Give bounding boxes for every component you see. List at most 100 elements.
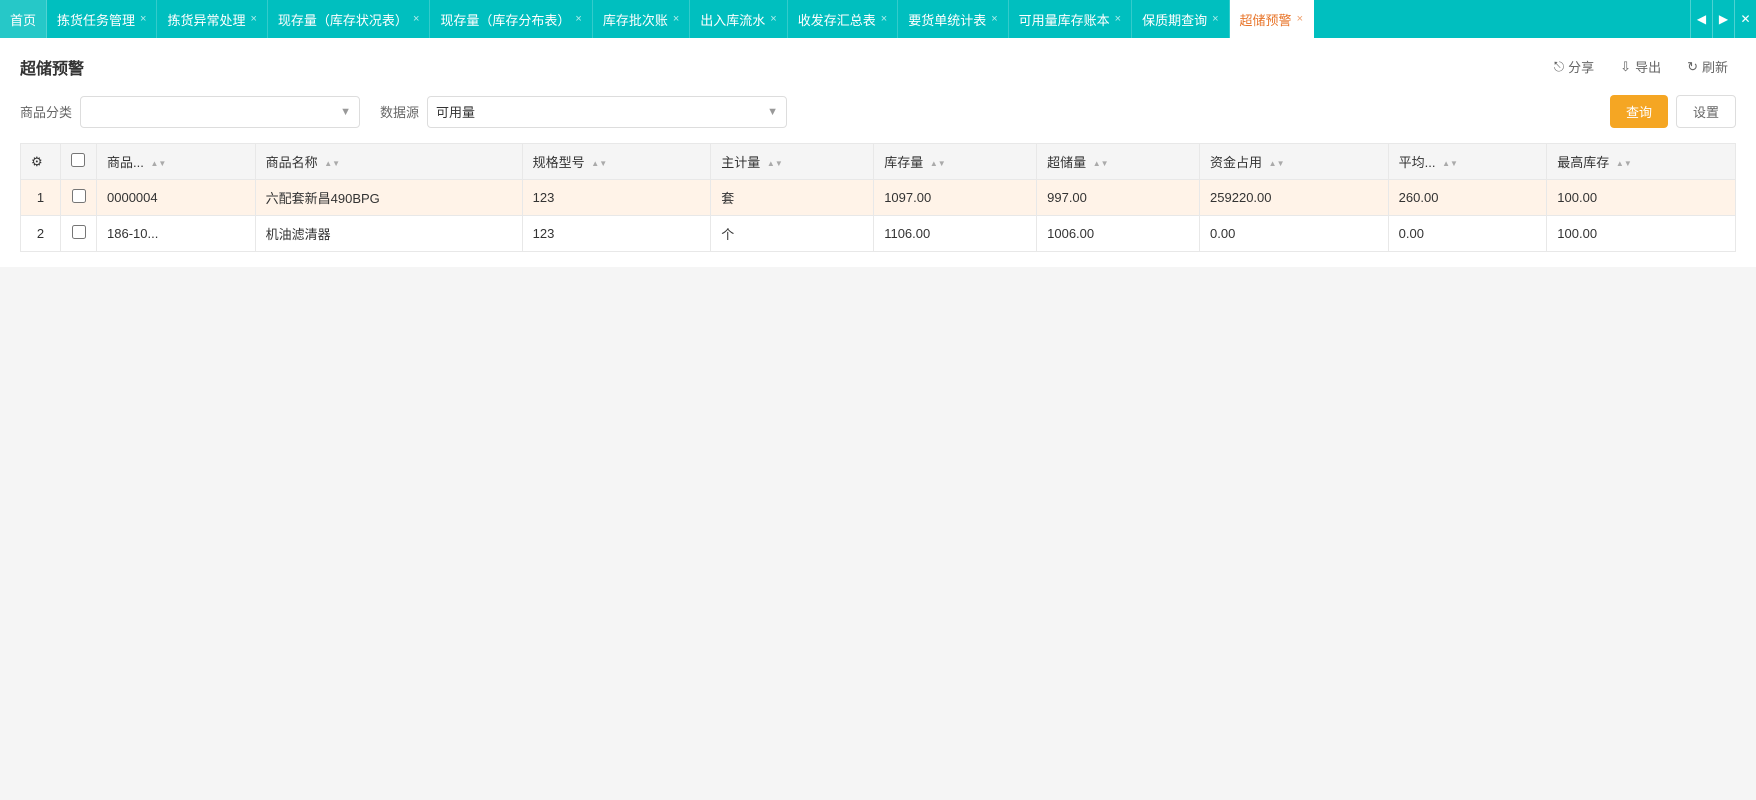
row-checkbox-0[interactable] <box>61 180 97 216</box>
col-gear[interactable]: ⚙ <box>21 144 61 180</box>
export-icon: ⇩ <box>1620 59 1631 75</box>
row-select-1[interactable] <box>72 225 86 239</box>
category-arrow-icon: ▼ <box>340 106 351 118</box>
row-name-0: 六配套新昌490BPG <box>255 180 522 216</box>
page-title-bar: 超储预警 ⎋ 分享 ⇩ 导出 ↻ 刷新 <box>20 53 1736 80</box>
datasource-label: 数据源 <box>380 102 419 121</box>
category-select[interactable]: ▼ <box>80 96 360 128</box>
share-button[interactable]: ⎋ 分享 <box>1546 53 1602 80</box>
nav-close-6[interactable]: × <box>770 13 776 25</box>
nav-item-4[interactable]: 现存量（库存分布表） × <box>430 0 592 38</box>
data-table: ⚙ 商品... ▲▼ 商品名称 ▲▼ 规格型号 ▲▼ 主计量 ▲▼ 库存量 ▲▼… <box>20 143 1736 252</box>
category-filter: 商品分类 ▼ <box>20 96 360 128</box>
col-name[interactable]: 商品名称 ▲▼ <box>255 144 522 180</box>
share-icon: ⎋ <box>1554 59 1564 75</box>
table-row: 2 186-10... 机油滤清器 123 个 1106.00 1006.00 … <box>21 216 1736 252</box>
sort-icon-unit: ▲▼ <box>767 159 783 168</box>
row-stock-1: 1106.00 <box>874 216 1037 252</box>
settings-button[interactable]: 设置 <box>1676 95 1736 128</box>
page-content: 超储预警 ⎋ 分享 ⇩ 导出 ↻ 刷新 商品分类 ▼ 数据源 <box>0 38 1756 267</box>
refresh-button[interactable]: ↻ 刷新 <box>1679 53 1736 80</box>
row-over-0: 997.00 <box>1037 180 1200 216</box>
row-over-1: 1006.00 <box>1037 216 1200 252</box>
nav-item-9[interactable]: 可用量库存账本 × <box>1009 0 1132 38</box>
filter-buttons: 查询 设置 <box>1610 95 1736 128</box>
row-spec-1: 123 <box>522 216 711 252</box>
col-over[interactable]: 超储量 ▲▼ <box>1037 144 1200 180</box>
row-unit-1: 个 <box>711 216 874 252</box>
row-capital-1: 0.00 <box>1200 216 1389 252</box>
nav-item-3[interactable]: 现存量（库存状况表） × <box>268 0 430 38</box>
nav-close-4[interactable]: × <box>575 13 581 25</box>
sort-icon-capital: ▲▼ <box>1269 159 1285 168</box>
nav-item-11[interactable]: 超储预警 × <box>1230 0 1314 38</box>
nav-item-6[interactable]: 出入库流水 × <box>690 0 787 38</box>
nav-close-10[interactable]: × <box>1212 13 1218 25</box>
query-button[interactable]: 查询 <box>1610 95 1668 128</box>
nav-item-1[interactable]: 拣货任务管理 × <box>47 0 157 38</box>
page-title: 超储预警 <box>20 55 84 79</box>
nav-item-10[interactable]: 保质期查询 × <box>1132 0 1229 38</box>
nav-close-8[interactable]: × <box>991 13 997 25</box>
row-select-0[interactable] <box>72 189 86 203</box>
datasource-select[interactable]: 可用量 ▼ <box>427 96 787 128</box>
col-avg[interactable]: 平均... ▲▼ <box>1388 144 1547 180</box>
col-code[interactable]: 商品... ▲▼ <box>97 144 256 180</box>
col-stock[interactable]: 库存量 ▲▼ <box>874 144 1037 180</box>
sort-icon-spec: ▲▼ <box>591 159 607 168</box>
row-num-0: 1 <box>21 180 61 216</box>
export-button[interactable]: ⇩ 导出 <box>1612 53 1669 80</box>
datasource-filter: 数据源 可用量 ▼ <box>380 96 787 128</box>
row-spec-0: 123 <box>522 180 711 216</box>
top-navigation: 首页拣货任务管理 ×拣货异常处理 ×现存量（库存状况表） ×现存量（库存分布表）… <box>0 0 1756 38</box>
row-code-0: 0000004 <box>97 180 256 216</box>
nav-item-7[interactable]: 收发存汇总表 × <box>788 0 898 38</box>
nav-close-11[interactable]: × <box>1297 13 1303 25</box>
row-checkbox-1[interactable] <box>61 216 97 252</box>
nav-close-7[interactable]: × <box>881 13 887 25</box>
row-avg-0: 260.00 <box>1388 180 1547 216</box>
col-select-all[interactable] <box>61 144 97 180</box>
row-avg-1: 0.00 <box>1388 216 1547 252</box>
nav-prev-arrow[interactable]: ◀ <box>1690 0 1712 38</box>
filter-row: 商品分类 ▼ 数据源 可用量 ▼ 查询 设置 <box>20 95 1736 128</box>
page-actions: ⎋ 分享 ⇩ 导出 ↻ 刷新 <box>1546 53 1736 80</box>
nav-close-arrow[interactable]: ✕ <box>1734 0 1756 38</box>
nav-item-2[interactable]: 拣货异常处理 × <box>157 0 267 38</box>
nav-item-8[interactable]: 要货单统计表 × <box>898 0 1008 38</box>
row-max-1: 100.00 <box>1547 216 1736 252</box>
row-max-0: 100.00 <box>1547 180 1736 216</box>
nav-close-2[interactable]: × <box>250 13 256 25</box>
row-capital-0: 259220.00 <box>1200 180 1389 216</box>
nav-close-5[interactable]: × <box>673 13 679 25</box>
table-header-row: ⚙ 商品... ▲▼ 商品名称 ▲▼ 规格型号 ▲▼ 主计量 ▲▼ 库存量 ▲▼… <box>21 144 1736 180</box>
col-spec[interactable]: 规格型号 ▲▼ <box>522 144 711 180</box>
nav-next-arrow[interactable]: ▶ <box>1712 0 1734 38</box>
row-num-1: 2 <box>21 216 61 252</box>
nav-close-3[interactable]: × <box>413 13 419 25</box>
category-label: 商品分类 <box>20 102 72 121</box>
sort-icon-name: ▲▼ <box>324 159 340 168</box>
row-code-1: 186-10... <box>97 216 256 252</box>
sort-icon-avg: ▲▼ <box>1442 159 1458 168</box>
sort-icon-max: ▲▼ <box>1616 159 1632 168</box>
row-stock-0: 1097.00 <box>874 180 1037 216</box>
sort-icon-over: ▲▼ <box>1093 159 1109 168</box>
col-max[interactable]: 最高库存 ▲▼ <box>1547 144 1736 180</box>
table-row: 1 0000004 六配套新昌490BPG 123 套 1097.00 997.… <box>21 180 1736 216</box>
nav-item-5[interactable]: 库存批次账 × <box>593 0 690 38</box>
datasource-value: 可用量 <box>436 102 475 121</box>
gear-icon: ⚙ <box>31 154 43 169</box>
row-name-1: 机油滤清器 <box>255 216 522 252</box>
nav-close-1[interactable]: × <box>140 13 146 25</box>
col-unit[interactable]: 主计量 ▲▼ <box>711 144 874 180</box>
refresh-icon: ↻ <box>1687 59 1698 75</box>
nav-close-9[interactable]: × <box>1115 13 1121 25</box>
col-capital[interactable]: 资金占用 ▲▼ <box>1200 144 1389 180</box>
row-unit-0: 套 <box>711 180 874 216</box>
sort-icon-stock: ▲▼ <box>930 159 946 168</box>
sort-icon-code: ▲▼ <box>150 159 166 168</box>
nav-item-0[interactable]: 首页 <box>0 0 47 38</box>
datasource-arrow-icon: ▼ <box>767 106 778 118</box>
select-all-checkbox[interactable] <box>71 153 85 167</box>
